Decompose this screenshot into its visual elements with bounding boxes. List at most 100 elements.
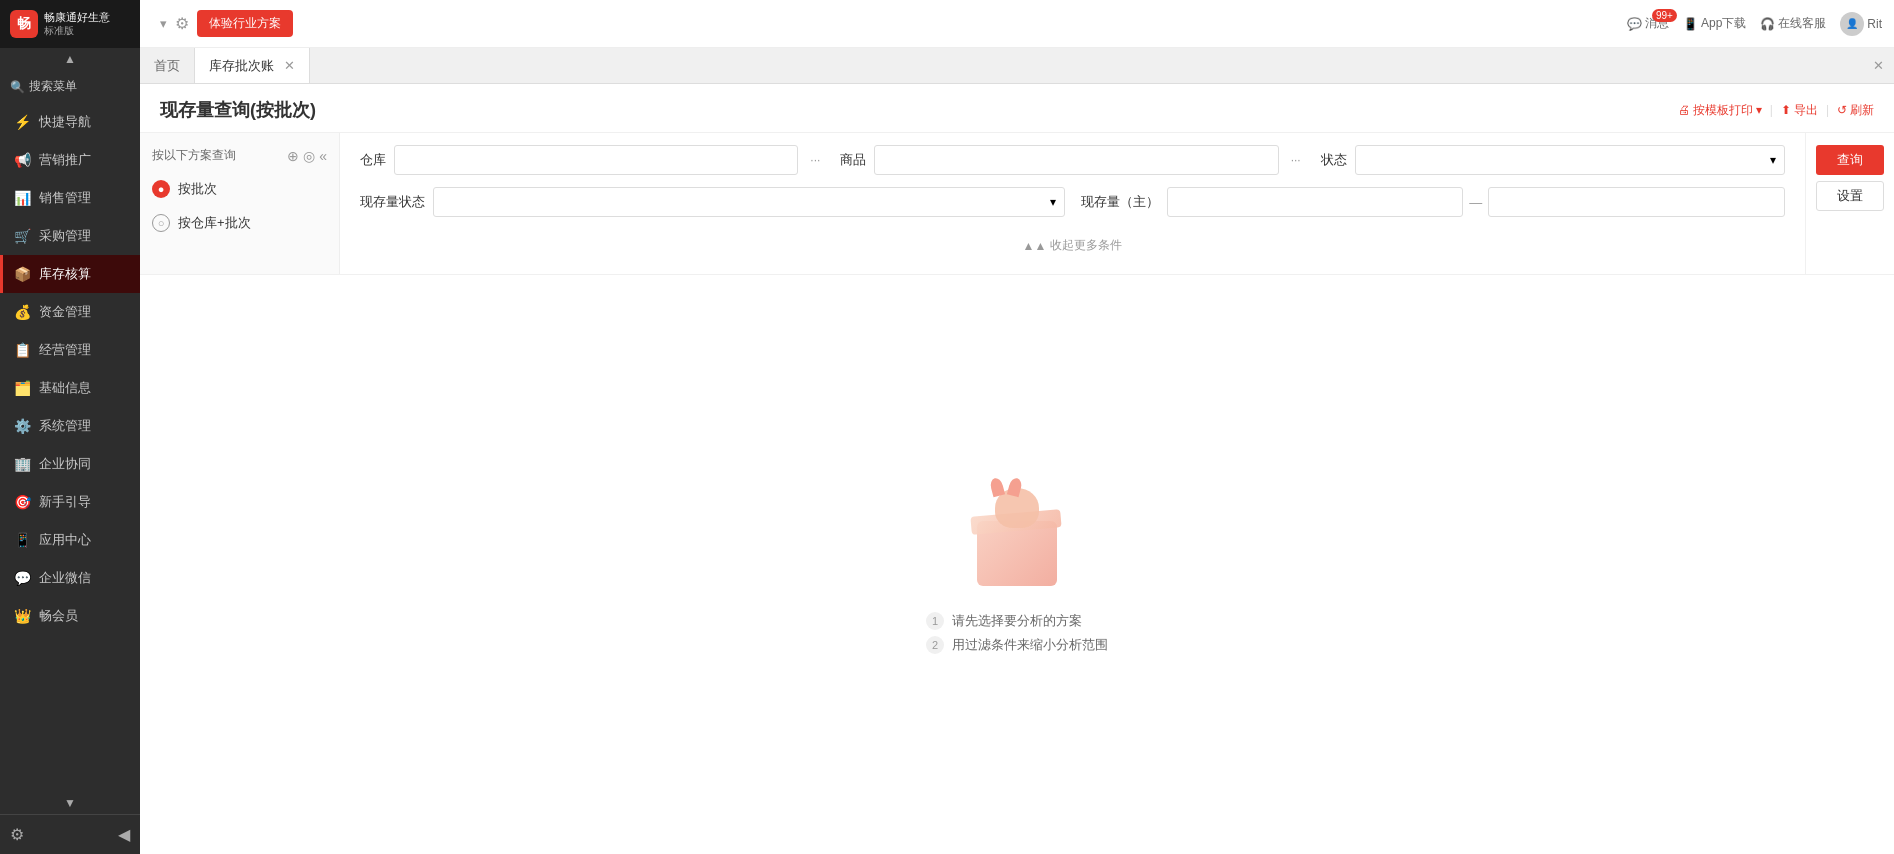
- sidebar-item-label: 营销推广: [39, 151, 91, 169]
- filter-row-2: 现存量状态 ▾ 现存量（主） —: [360, 187, 1785, 217]
- refresh-button[interactable]: ↺ 刷新: [1837, 102, 1874, 119]
- topbar-dropdown-icon[interactable]: ▾: [160, 16, 167, 31]
- product-input[interactable]: [874, 145, 1278, 175]
- user-profile-button[interactable]: 👤 Rit: [1840, 12, 1882, 36]
- main-area: ▾ ⚙ 体验行业方案 💬 消息 99+ 📱 App下载 🎧 在线客服 👤 Rit: [140, 0, 1894, 854]
- vip-icon: 👑: [13, 607, 31, 625]
- user-name: Rit: [1867, 17, 1882, 31]
- filter-header-left: 按以下方案查询: [152, 147, 236, 164]
- sidebar-item-shortcut[interactable]: ⚡快捷导航: [0, 103, 140, 141]
- filter-right-btns: 查询 设置: [1805, 133, 1894, 274]
- product-more-btn[interactable]: ···: [1287, 151, 1305, 169]
- filter-sidebar-icons: ⊕ ◎ «: [287, 148, 327, 164]
- sidebar-item-label: 库存核算: [39, 265, 91, 283]
- sidebar-item-label: 经营管理: [39, 341, 91, 359]
- guide-icon: 🎯: [13, 493, 31, 511]
- trial-button[interactable]: 体验行业方案: [197, 10, 293, 37]
- messages-button[interactable]: 💬 消息 99+: [1627, 15, 1669, 32]
- app-info: 畅康通好生意 标准版: [44, 10, 110, 38]
- empty-illustration: [957, 476, 1077, 596]
- quantity-group: 现存量（主） —: [1081, 187, 1786, 217]
- sidebar-item-basic[interactable]: 🗂️基础信息: [0, 369, 140, 407]
- sidebar-item-wechat[interactable]: 💬企业微信: [0, 559, 140, 597]
- topbar-left: ▾ ⚙ 体验行业方案: [152, 10, 1619, 37]
- print-dropdown-icon[interactable]: ▾: [1756, 103, 1762, 117]
- topbar-right: 💬 消息 99+ 📱 App下载 🎧 在线客服 👤 Rit: [1627, 12, 1882, 36]
- sidebar-item-system[interactable]: ⚙️系统管理: [0, 407, 140, 445]
- quantity-max-input[interactable]: [1488, 187, 1785, 217]
- search-icon: 🔍: [10, 80, 25, 94]
- export-button[interactable]: ⬆ 导出: [1781, 102, 1818, 119]
- sidebar-search[interactable]: 🔍 搜索菜单: [0, 70, 140, 103]
- inventory-status-group: 现存量状态 ▾: [360, 187, 1065, 217]
- collapse-btn[interactable]: ▲▲ 收起更多条件: [1023, 237, 1123, 254]
- manage-scheme-icon[interactable]: ◎: [303, 148, 315, 164]
- filter-scheme-warehouse-batch[interactable]: ○ 按仓库+批次: [140, 206, 339, 240]
- print-icon: 🖨: [1678, 103, 1690, 117]
- quantity-min-input[interactable]: [1167, 187, 1464, 217]
- app-download-button[interactable]: 📱 App下载: [1683, 15, 1746, 32]
- sidebar-scroll-up[interactable]: ▲: [0, 48, 140, 70]
- warehouse-label: 仓库: [360, 151, 386, 169]
- status-group: 状态 ▾: [1321, 145, 1785, 175]
- sidebar: 畅 畅康通好生意 标准版 ▲ 🔍 搜索菜单 ⚡快捷导航📢营销推广📊销售管理🛒采购…: [0, 0, 140, 854]
- sidebar-item-operations[interactable]: 📋经营管理: [0, 331, 140, 369]
- warehouse-group: 仓库 ···: [360, 145, 824, 175]
- sidebar-item-sales[interactable]: 📊销售管理: [0, 179, 140, 217]
- sidebar-item-appstore[interactable]: 📱应用中心: [0, 521, 140, 559]
- sidebar-item-guide[interactable]: 🎯新手引导: [0, 483, 140, 521]
- sidebar-item-marketing[interactable]: 📢营销推广: [0, 141, 140, 179]
- sidebar-item-enterprise[interactable]: 🏢企业协同: [0, 445, 140, 483]
- message-icon: 💬: [1627, 17, 1642, 31]
- collapse-sidebar-icon[interactable]: ◀: [118, 825, 130, 844]
- filter-sidebar-header: 按以下方案查询 ⊕ ◎ «: [140, 143, 339, 172]
- print-button[interactable]: 🖨 按模板打印 ▾: [1678, 102, 1762, 119]
- export-label: 导出: [1794, 102, 1818, 119]
- tab-close-icon[interactable]: ✕: [284, 58, 295, 73]
- filter-panel: 按以下方案查询 ⊕ ◎ « ● 按批次 ○ 按仓库+批次: [140, 133, 1894, 275]
- settings-icon[interactable]: ⚙: [10, 825, 24, 844]
- step2-text: 用过滤条件来缩小分析范围: [952, 636, 1108, 654]
- scheme-batch-label: 按批次: [178, 180, 217, 198]
- topbar-gear-icon[interactable]: ⚙: [175, 14, 189, 33]
- tab-panel-close[interactable]: ✕: [1873, 48, 1894, 83]
- tab-home-label: 首页: [154, 57, 180, 75]
- filter-row-1: 仓库 ··· 商品 ··· 状态: [360, 145, 1785, 175]
- sidebar-footer: ⚙ ◀: [0, 814, 140, 854]
- collapse-filter-icon[interactable]: «: [319, 148, 327, 164]
- sidebar-item-inventory[interactable]: 📦库存核算: [0, 255, 140, 293]
- collapse-arrow-icon: ▲▲: [1023, 239, 1047, 253]
- messages-badge: 99+: [1652, 9, 1677, 22]
- sidebar-item-finance[interactable]: 💰资金管理: [0, 293, 140, 331]
- filter-scheme-batch[interactable]: ● 按批次: [140, 172, 339, 206]
- empty-step-1: 1 请先选择要分析的方案: [926, 612, 1108, 630]
- status-select[interactable]: ▾: [1355, 145, 1785, 175]
- inventory-status-select[interactable]: ▾: [433, 187, 1065, 217]
- query-button[interactable]: 查询: [1816, 145, 1884, 175]
- add-scheme-icon[interactable]: ⊕: [287, 148, 299, 164]
- shortcut-icon: ⚡: [13, 113, 31, 131]
- warehouse-input[interactable]: [394, 145, 798, 175]
- product-label: 商品: [840, 151, 866, 169]
- actions-divider2: |: [1826, 103, 1829, 117]
- sidebar-scroll-down[interactable]: ▼: [0, 792, 140, 814]
- empty-state: 1 请先选择要分析的方案 2 用过滤条件来缩小分析范围: [140, 275, 1894, 854]
- page-title: 现存量查询(按批次): [160, 98, 316, 122]
- content-area: 现存量查询(按批次) 🖨 按模板打印 ▾ | ⬆ 导出 | ↺ 刷新: [140, 84, 1894, 854]
- tab-batch-label: 库存批次账: [209, 57, 274, 75]
- tab-batch[interactable]: 库存批次账 ✕: [195, 48, 310, 83]
- collapse-label: 收起更多条件: [1050, 237, 1122, 254]
- sidebar-header: 畅 畅康通好生意 标准版: [0, 0, 140, 48]
- settings-button[interactable]: 设置: [1816, 181, 1884, 211]
- warehouse-more-btn[interactable]: ···: [806, 151, 824, 169]
- status-select-arrow: ▾: [1770, 153, 1776, 167]
- quantity-range: —: [1167, 187, 1786, 217]
- sidebar-item-vip[interactable]: 👑畅会员: [0, 597, 140, 635]
- refresh-label: 刷新: [1850, 102, 1874, 119]
- sidebar-item-purchase[interactable]: 🛒采购管理: [0, 217, 140, 255]
- tab-home[interactable]: 首页: [140, 48, 195, 83]
- app-download-label: App下载: [1701, 15, 1746, 32]
- scheme-active-dot: ●: [152, 180, 170, 198]
- online-service-button[interactable]: 🎧 在线客服: [1760, 15, 1826, 32]
- filter-sidebar: 按以下方案查询 ⊕ ◎ « ● 按批次 ○ 按仓库+批次: [140, 133, 340, 274]
